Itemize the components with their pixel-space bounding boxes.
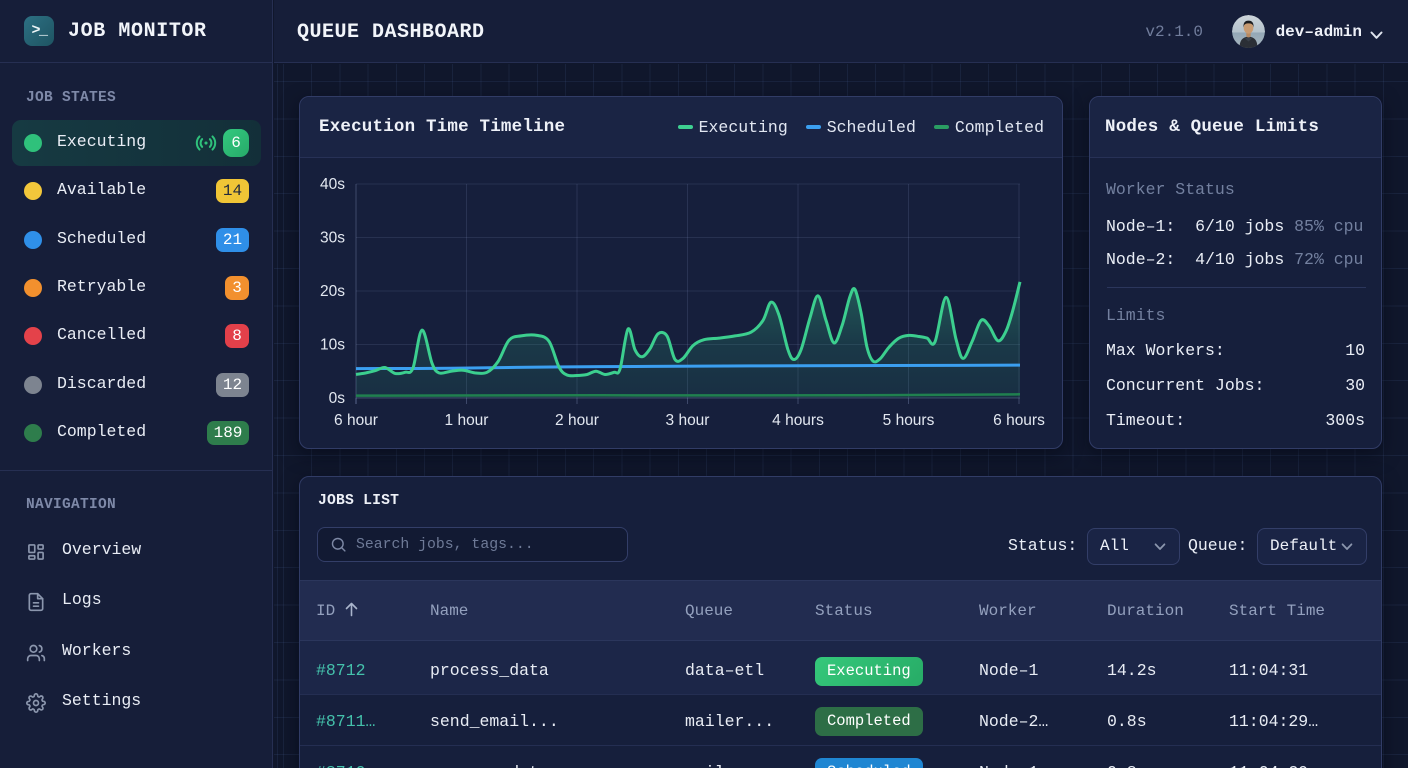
svg-text:10s: 10s [320,337,345,354]
svg-text:2 hour: 2 hour [555,412,599,429]
svg-text:6 hour: 6 hour [334,412,378,429]
svg-text:5 hours: 5 hours [883,412,935,429]
svg-text:6 hours: 6 hours [993,412,1045,429]
svg-text:20s: 20s [320,283,345,300]
svg-text:30s: 30s [320,230,345,247]
svg-text:40s: 40s [320,176,345,193]
svg-text:0s: 0s [329,390,346,407]
svg-text:1 hour: 1 hour [445,412,489,429]
svg-text:4 hours: 4 hours [772,412,824,429]
svg-text:3 hour: 3 hour [666,412,710,429]
